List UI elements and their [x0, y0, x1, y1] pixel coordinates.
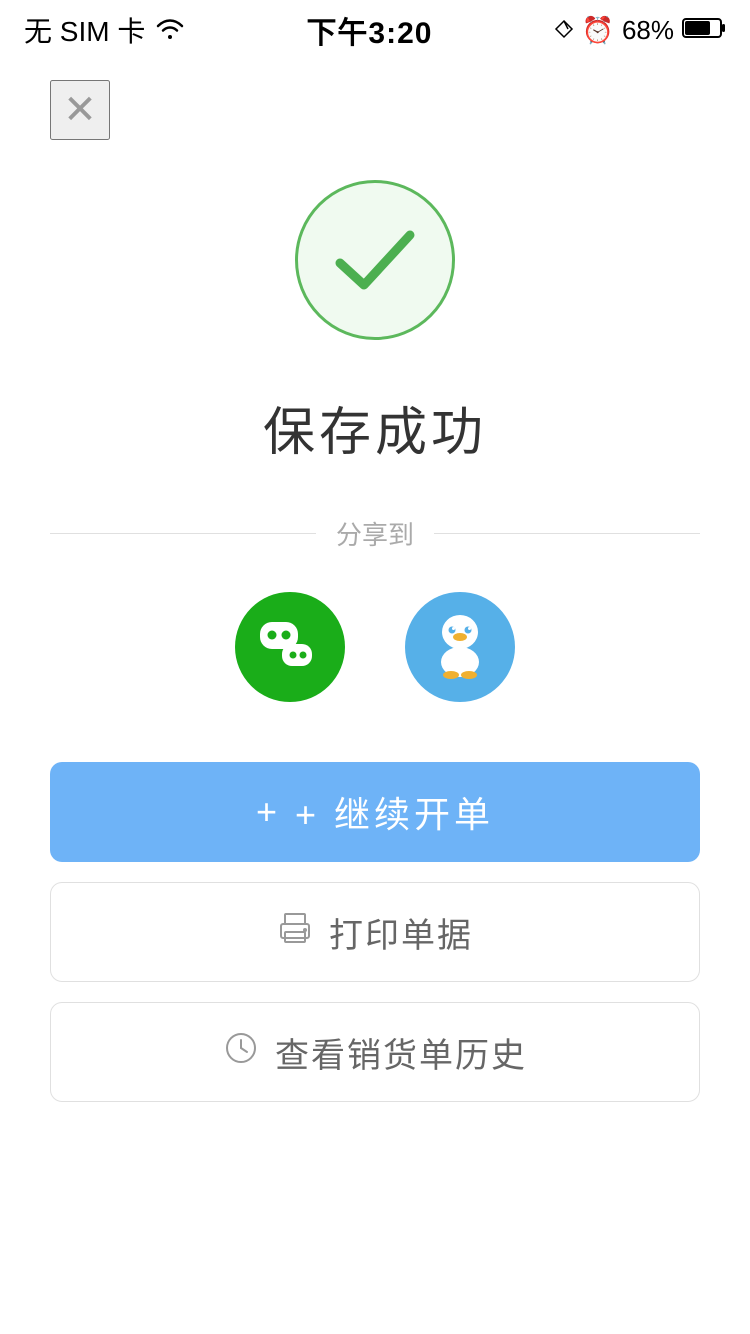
main-content: ✕ 保存成功 分享到 [0, 60, 750, 1122]
print-icon [277, 910, 313, 955]
success-title: 保存成功 [263, 390, 487, 465]
battery-text: 68% [622, 15, 674, 46]
history-button[interactable]: 查看销货单历史 [50, 1002, 700, 1102]
status-bar: 无 SIM 卡 下午3:20 ⏰ 68% [0, 0, 750, 60]
checkmark-icon [330, 225, 420, 295]
location-icon [554, 15, 574, 46]
share-label: 分享到 [336, 515, 414, 552]
wifi-icon [155, 14, 185, 46]
action-buttons: + + 继续开单 打印单据 查看销货单 [50, 762, 700, 1102]
wechat-icon [258, 620, 323, 675]
status-time: 下午3:20 [306, 8, 432, 52]
status-left: 无 SIM 卡 [24, 10, 185, 50]
history-icon [223, 1030, 259, 1075]
print-button[interactable]: 打印单据 [50, 882, 700, 982]
battery-icon [682, 15, 726, 46]
share-icons [50, 592, 700, 702]
close-button[interactable]: ✕ [50, 80, 110, 140]
plus-icon: + [256, 791, 279, 833]
share-section: 分享到 [50, 515, 700, 702]
print-label: 打印单据 [329, 908, 473, 957]
close-icon: ✕ [63, 90, 97, 130]
wechat-button[interactable] [235, 592, 345, 702]
continue-order-button[interactable]: + + 继续开单 [50, 762, 700, 862]
share-divider: 分享到 [50, 515, 700, 552]
qq-icon [430, 612, 490, 682]
continue-order-label: + 继续开单 [295, 786, 494, 838]
alarm-icon: ⏰ [582, 15, 614, 46]
history-label: 查看销货单历史 [275, 1028, 527, 1077]
no-sim-text: 无 SIM 卡 [24, 10, 145, 50]
status-right: ⏰ 68% [554, 15, 726, 46]
success-circle [295, 180, 455, 340]
qq-button[interactable] [405, 592, 515, 702]
